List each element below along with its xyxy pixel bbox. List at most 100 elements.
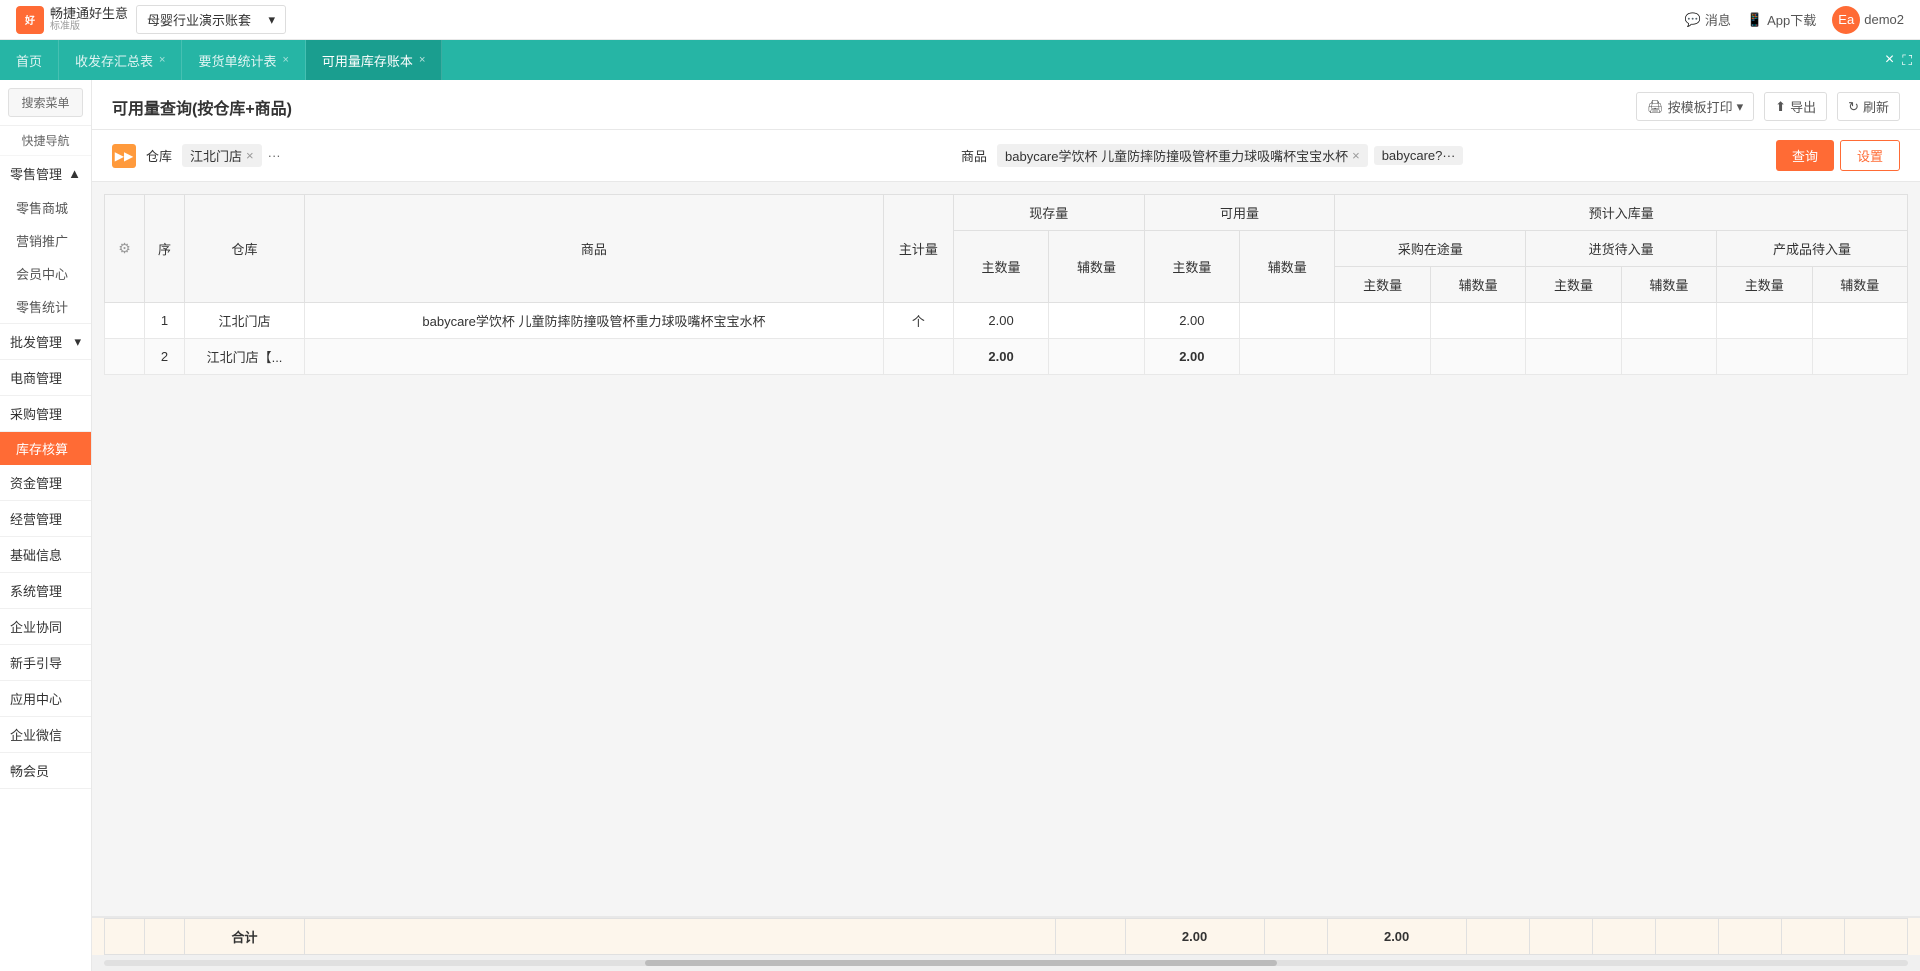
phone-icon: 📱	[1747, 12, 1763, 28]
sidebar-item-inventory[interactable]: 库存核算	[0, 432, 91, 465]
sidebar-section-basics-header[interactable]: 基础信息	[0, 537, 91, 572]
export-icon: ⬆	[1775, 99, 1786, 115]
top-bar-left: 好 畅捷通好生意 标准版 母婴行业演示账套 ▾	[16, 5, 286, 34]
summary-p6	[1844, 919, 1907, 955]
cell-finished-main-2	[1717, 339, 1812, 375]
logo-text: 畅捷通好生意 标准版	[50, 6, 128, 34]
sidebar-section-system: 系统管理	[0, 573, 91, 609]
sidebar-item-retail-stats[interactable]: 零售统计	[0, 290, 91, 323]
sidebar-section-retail-header[interactable]: 零售管理 ▲	[0, 156, 91, 191]
summary-p1	[1529, 919, 1592, 955]
close-all-tabs-btn[interactable]: ×	[1885, 51, 1894, 69]
refresh-btn[interactable]: ↻ 刷新	[1837, 92, 1900, 121]
fullscreen-btn[interactable]: ⛶	[1902, 52, 1912, 69]
industry-selector[interactable]: 母婴行业演示账套 ▾	[136, 5, 286, 34]
summary-p4	[1718, 919, 1781, 955]
remove-warehouse-jiangbei[interactable]: ×	[246, 148, 254, 163]
th-inbound-pending-aux: 辅数量	[1621, 267, 1716, 303]
template-print-btn[interactable]: 🖨 按模板打印 ▾	[1636, 92, 1754, 121]
summary-p3	[1655, 919, 1718, 955]
sidebar-section-app-center: 应用中心	[0, 681, 91, 717]
chevron-down-icon-print: ▾	[1737, 99, 1744, 115]
user-menu[interactable]: Ea demo2	[1832, 6, 1904, 34]
th-current-aux-qty: 辅数量	[1049, 231, 1144, 303]
cell-purchase-transit-main-1	[1335, 303, 1430, 339]
cell-inbound-pending-aux-1	[1621, 303, 1716, 339]
export-btn[interactable]: ⬆ 导出	[1764, 92, 1827, 121]
sidebar: 搜索菜单 快捷导航 零售管理 ▲ 零售商城 营销推广 会员中心 零售统计 批发管…	[0, 80, 92, 971]
th-product: 商品	[305, 195, 884, 303]
warehouse-label: 仓库	[146, 146, 172, 165]
tab-order-stats[interactable]: 要货单统计表 ×	[182, 40, 305, 80]
main-layout: 搜索菜单 快捷导航 零售管理 ▲ 零售商城 营销推广 会员中心 零售统计 批发管…	[0, 80, 1920, 971]
app-download-btn[interactable]: 📱 App下载	[1747, 10, 1816, 29]
cell-inbound-pending-aux-2	[1621, 339, 1716, 375]
header-actions: 🖨 按模板打印 ▾ ⬆ 导出 ↻ 刷新	[1636, 92, 1900, 121]
sidebar-item-retail-mall[interactable]: 零售商城	[0, 191, 91, 224]
sidebar-section-enterprise-wechat-header[interactable]: 企业微信	[0, 717, 91, 752]
filter-bar: ▶▶ 仓库 江北门店 × ··· 商品 babycare学饮杯 儿童防摔防撞吸管…	[92, 130, 1920, 182]
scroll-thumb[interactable]	[645, 960, 1276, 966]
message-btn[interactable]: 💬 消息	[1685, 10, 1731, 29]
sidebar-item-retail-member[interactable]: 会员中心	[0, 257, 91, 290]
cell-avail-main-1: 2.00	[1144, 303, 1239, 339]
sidebar-section-finance-header[interactable]: 资金管理	[0, 465, 91, 500]
cell-purchase-transit-main-2	[1335, 339, 1430, 375]
sidebar-section-app-center-header[interactable]: 应用中心	[0, 681, 91, 716]
cell-product-1: babycare学饮杯 儿童防摔防撞吸管杯重力球吸嘴杯宝宝水杯	[305, 303, 884, 339]
cell-no-2: 2	[145, 339, 185, 375]
filter-expand-btn[interactable]: ▶▶	[112, 144, 136, 168]
query-btn[interactable]: 查询	[1776, 140, 1834, 171]
sidebar-section-enterprise: 企业协同	[0, 609, 91, 645]
sidebar-search-btn[interactable]: 搜索菜单	[8, 88, 83, 117]
tab-available-inventory[interactable]: 可用量库存账本 ×	[306, 40, 442, 80]
page-title: 可用量查询(按仓库+商品)	[112, 95, 292, 119]
th-purchase-in-transit: 采购在途量	[1335, 231, 1526, 267]
cell-no-1: 1	[145, 303, 185, 339]
horizontal-scrollbar[interactable]	[92, 955, 1920, 971]
cell-avail-aux-1	[1240, 303, 1335, 339]
th-finished-goods: 产成品待入量	[1717, 231, 1908, 267]
product-tags-area: babycare学饮杯 儿童防摔防撞吸管杯重力球吸嘴杯宝宝水杯 × babyca…	[997, 144, 1766, 167]
sidebar-item-retail-promo[interactable]: 营销推广	[0, 224, 91, 257]
th-inbound-pending: 进货待入量	[1526, 231, 1717, 267]
filter-buttons: 查询 设置	[1776, 140, 1900, 171]
chevron-down-icon: ▾	[268, 12, 275, 28]
sidebar-section-purchase-header[interactable]: 采购管理	[0, 396, 91, 431]
scroll-track	[104, 960, 1908, 966]
sidebar-section-wholesale-header[interactable]: 批发管理 ▾	[0, 324, 91, 359]
cell-finished-aux-2	[1812, 339, 1908, 375]
sidebar-section-system-header[interactable]: 系统管理	[0, 573, 91, 608]
tab-receipts[interactable]: 收发存汇总表 ×	[59, 40, 182, 80]
chevron-up-icon: ▲	[68, 166, 81, 181]
cell-inbound-pending-main-1	[1526, 303, 1621, 339]
sidebar-section-newbie-header[interactable]: 新手引导	[0, 645, 91, 680]
warehouse-more-btn[interactable]: ···	[268, 148, 281, 163]
product-tag-babycare: babycare学饮杯 儿童防摔防撞吸管杯重力球吸嘴杯宝宝水杯 ×	[997, 144, 1368, 167]
close-tab-receipts[interactable]: ×	[159, 54, 165, 66]
cell-current-main-2: 2.00	[953, 339, 1048, 375]
sidebar-section-ecommerce-header[interactable]: 电商管理	[0, 360, 91, 395]
th-purchase-transit-main: 主数量	[1335, 267, 1430, 303]
sidebar-section-basics: 基础信息	[0, 537, 91, 573]
close-tab-available-inventory[interactable]: ×	[419, 54, 425, 66]
gear-icon: ⚙	[118, 240, 131, 257]
th-main-unit: 主计量	[883, 195, 953, 303]
remove-product-babycare[interactable]: ×	[1352, 148, 1360, 163]
tab-home[interactable]: 首页	[0, 40, 59, 80]
refresh-icon: ↻	[1848, 99, 1859, 115]
sidebar-quick-nav[interactable]: 快捷导航	[0, 126, 91, 156]
th-purchase-transit-aux: 辅数量	[1430, 267, 1525, 303]
sidebar-section-operations-header[interactable]: 经营管理	[0, 501, 91, 536]
settings-btn[interactable]: 设置	[1840, 140, 1900, 171]
sidebar-search-area: 搜索菜单	[0, 80, 91, 126]
summary-current-aux	[1264, 919, 1327, 955]
sidebar-section-vip-header[interactable]: 畅会员	[0, 753, 91, 788]
cell-unit-2	[883, 339, 953, 375]
sidebar-section-enterprise-header[interactable]: 企业协同	[0, 609, 91, 644]
sidebar-section-finance: 资金管理	[0, 465, 91, 501]
th-gear[interactable]: ⚙	[105, 195, 145, 303]
cell-warehouse-2: 江北门店【...	[185, 339, 305, 375]
close-tab-order-stats[interactable]: ×	[282, 54, 288, 66]
summary-product	[305, 919, 1056, 955]
